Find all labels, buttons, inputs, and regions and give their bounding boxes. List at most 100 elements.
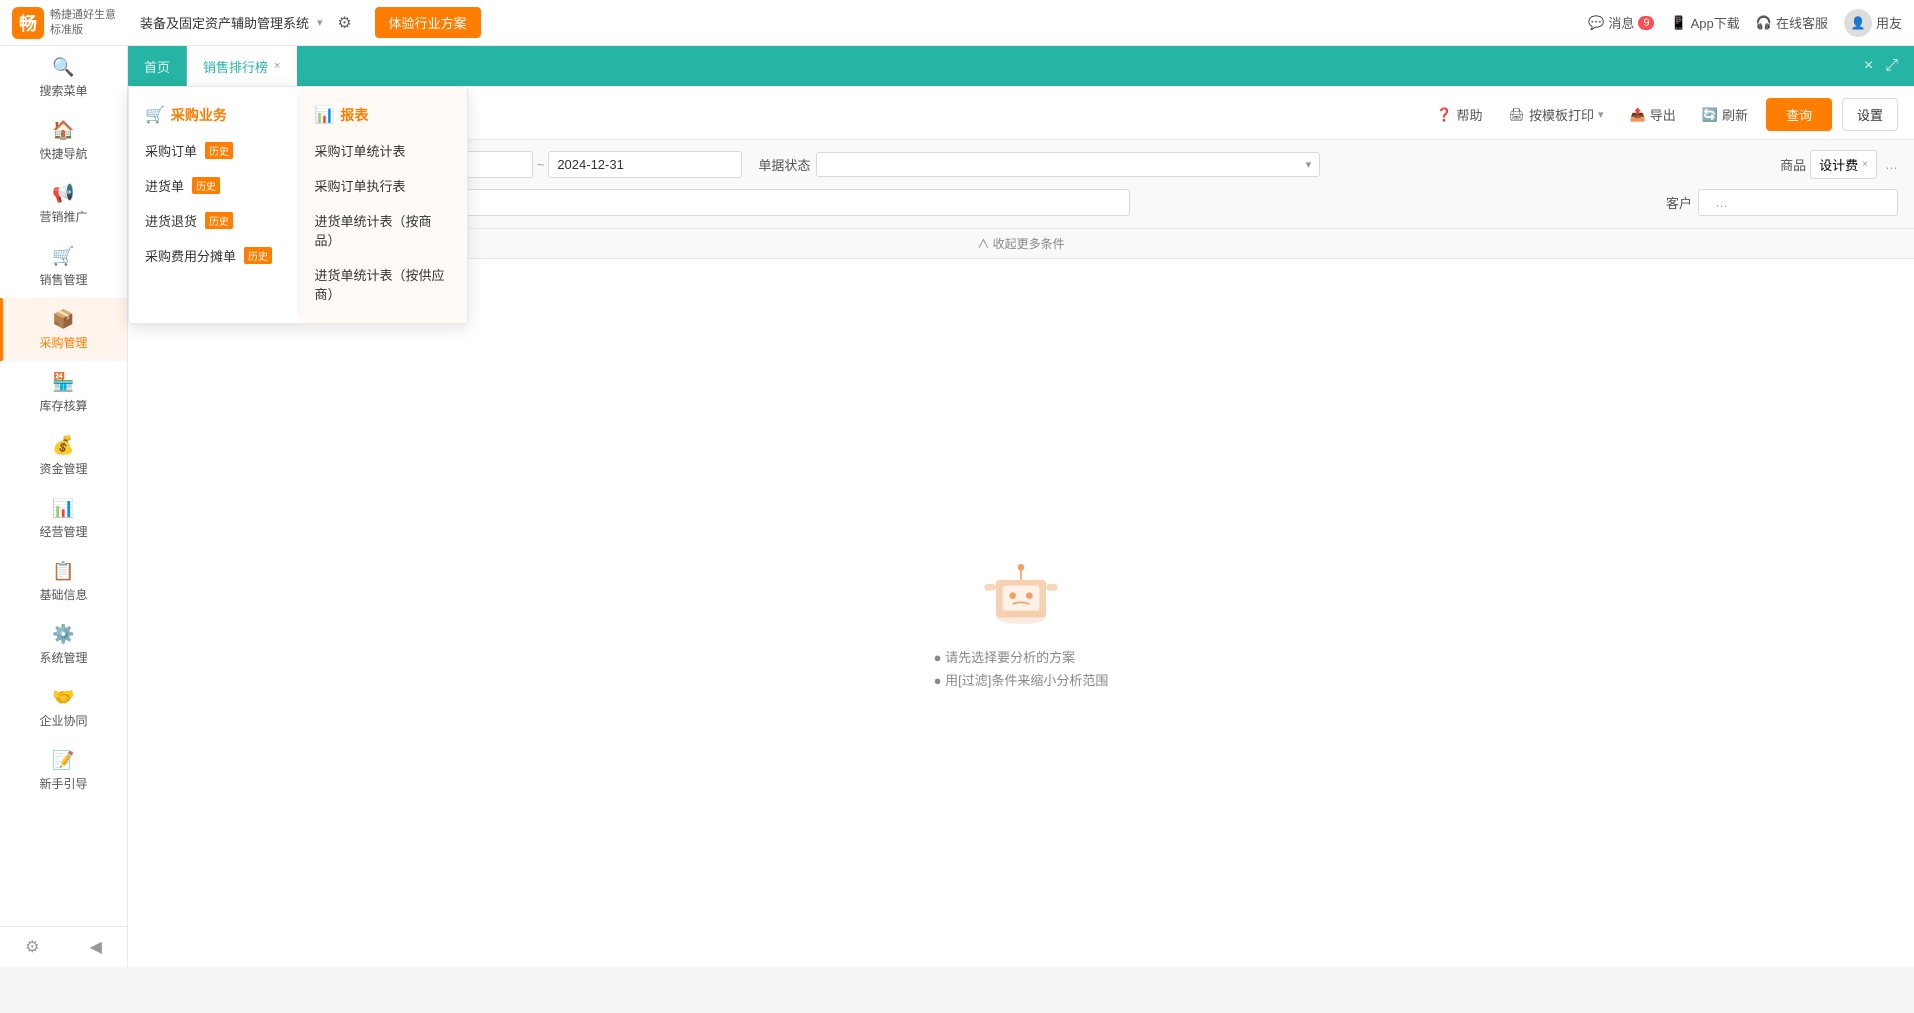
basic-info-icon: 📋 — [53, 560, 75, 582]
message-icon: 💬 — [1588, 15, 1604, 31]
empty-state: ● 请先选择要分析的方案 ● 用[过滤]条件来缩小分析范围 — [128, 259, 1914, 967]
headset-icon: 🎧 — [1756, 15, 1772, 31]
online-service-btn[interactable]: 🎧 在线客服 — [1756, 13, 1828, 32]
industry-btn[interactable]: 体验行业方案 — [375, 7, 481, 38]
marketing-icon: 📢 — [53, 182, 75, 204]
window-close-icon[interactable]: × — [1860, 53, 1877, 79]
dropdown-item-purchase-order-exec[interactable]: 采购订单执行表 — [299, 168, 468, 203]
hist-badge-1: 历史 — [205, 142, 233, 159]
dropdown-purchase-header: 🛒 采购业务 — [129, 99, 298, 133]
system-icon: ⚙️ — [53, 623, 75, 645]
goods-tag-close[interactable]: × — [1862, 159, 1868, 170]
refresh-btn[interactable]: 🔄 刷新 — [1694, 101, 1756, 128]
goods-more-icon[interactable]: … — [1885, 157, 1898, 172]
help-icon: ❓ — [1436, 107, 1452, 123]
sidebar-item-inventory[interactable]: 🏪 库存核算 — [0, 361, 127, 424]
sidebar-item-system[interactable]: ⚙️ 系统管理 — [0, 613, 127, 676]
operation-icon: 📊 — [53, 497, 75, 519]
sidebar: 🔍 搜索菜单 🏠 快捷导航 📢 营销推广 🛒 销售管理 📦 采购管理 🏪 库存核… — [0, 46, 128, 967]
filter-customer: 客户 … — [1146, 189, 1898, 216]
purchase-col-icon: 🛒 — [145, 105, 165, 125]
query-btn[interactable]: 查询 — [1766, 98, 1832, 131]
sidebar-item-quick-nav[interactable]: 🏠 快捷导航 — [0, 109, 127, 172]
sidebar-item-purchase[interactable]: 📦 采购管理 — [0, 298, 127, 361]
tab-sales-rank[interactable]: 销售排行榜 × — [187, 46, 297, 86]
export-icon: 📤 — [1630, 107, 1646, 123]
dropdown-item-purchase-return[interactable]: 进货退货 历史 — [129, 203, 298, 238]
hist-badge-3: 历史 — [205, 212, 233, 229]
hist-badge-2: 历史 — [192, 177, 220, 194]
print-btn[interactable]: 🖨 按模板打印 ▾ — [1501, 101, 1612, 128]
dropdown-report-header: 📊 报表 — [299, 99, 468, 133]
dropdown-item-purchase-receive[interactable]: 进货单 历史 — [129, 168, 298, 203]
empty-illustration — [971, 534, 1071, 634]
topbar: 畅 畅捷通好生意 标准版 装备及固定资产辅助管理系统 ▾ ⚙ 体验行业方案 💬 … — [0, 0, 1914, 46]
inventory-icon: 🏪 — [53, 371, 75, 393]
window-expand-icon[interactable]: ⤢ — [1881, 53, 1902, 79]
sales-icon: 🛒 — [53, 245, 75, 267]
dropdown-item-purchase-expense[interactable]: 采购费用分摊单 历史 — [129, 238, 298, 273]
topbar-right: 💬 消息 9 📱 App下载 🎧 在线客服 👤 用友 — [1588, 9, 1902, 37]
salesperson-select[interactable]: … — [423, 189, 1130, 216]
filter-goods: 商品 设计费 × … — [1336, 150, 1898, 179]
sidebar-item-marketing[interactable]: 📢 营销推广 — [0, 172, 127, 235]
dropdown-item-receive-by-goods[interactable]: 进货单统计表（按商品） — [299, 203, 468, 257]
settings-btn[interactable]: 设置 — [1842, 98, 1898, 131]
sidebar-item-guide[interactable]: 📝 新手引导 — [0, 739, 127, 802]
gear-icon[interactable]: ⚙ — [331, 9, 359, 37]
user-btn[interactable]: 👤 用友 — [1844, 9, 1902, 37]
system-title: 装备及固定资产辅助管理系统 ▾ ⚙ 体验行业方案 — [140, 7, 1588, 38]
sidebar-item-operation[interactable]: 📊 经营管理 — [0, 487, 127, 550]
tab-close-icon[interactable]: × — [274, 60, 280, 72]
dropdown-purchase-col: 🛒 采购业务 采购订单 历史 进货单 历史 进货退货 历史 采购费用分摊单 历史 — [129, 87, 298, 323]
sidebar-item-basic-info[interactable]: 📋 基础信息 — [0, 550, 127, 613]
filter-salesperson: 业务员 … — [378, 189, 1130, 216]
collapse-icon: ∧ — [977, 237, 989, 251]
avatar: 👤 — [1844, 9, 1872, 37]
voucher-status-select[interactable]: ▾ — [816, 152, 1320, 177]
finance-icon: 💰 — [53, 434, 75, 456]
goods-tag[interactable]: 设计费 × — [1810, 150, 1877, 179]
sidebar-settings-icon[interactable]: ⚙ — [25, 937, 39, 957]
empty-tips: ● 请先选择要分析的方案 ● 用[过滤]条件来缩小分析范围 — [934, 646, 1109, 693]
refresh-icon: 🔄 — [1702, 107, 1718, 123]
help-btn[interactable]: ❓ 帮助 — [1428, 101, 1490, 128]
date-end-input[interactable] — [548, 151, 742, 178]
customer-select[interactable]: … — [1698, 189, 1898, 216]
sidebar-item-search[interactable]: 🔍 搜索菜单 — [0, 46, 127, 109]
message-badge: 9 — [1638, 16, 1654, 30]
dropdown-item-purchase-order-stat[interactable]: 采购订单统计表 — [299, 133, 468, 168]
filter-voucher-status: 单据状态 ▾ — [758, 152, 1320, 177]
app-download-btn[interactable]: 📱 App下载 — [1670, 13, 1739, 32]
title-chevron-icon[interactable]: ▾ — [317, 16, 323, 29]
enterprise-icon: 🤝 — [53, 686, 75, 708]
hist-badge-4: 历史 — [244, 247, 272, 264]
sidebar-item-finance[interactable]: 💰 资金管理 — [0, 424, 127, 487]
purchase-dropdown-menu: 🛒 采购业务 采购订单 历史 进货单 历史 进货退货 历史 采购费用分摊单 历史 — [128, 86, 468, 324]
customer-dots[interactable]: … — [1715, 195, 1728, 210]
report-col-icon: 📊 — [315, 105, 335, 125]
phone-icon: 📱 — [1670, 15, 1686, 31]
sidebar-bottom: ⚙ ◀ — [0, 926, 127, 967]
logo-area: 畅 畅捷通好生意 标准版 — [12, 7, 132, 39]
purchase-icon: 📦 — [53, 308, 75, 330]
export-btn[interactable]: 📤 导出 — [1622, 101, 1684, 128]
home-icon: 🏠 — [53, 119, 75, 141]
logo-icon: 畅 — [12, 7, 44, 39]
voucher-chevron-icon: ▾ — [1306, 158, 1312, 171]
logo-text: 畅捷通好生意 标准版 — [50, 8, 116, 37]
tab-actions: × ⤢ — [1848, 53, 1914, 79]
sidebar-item-enterprise[interactable]: 🤝 企业协同 — [0, 676, 127, 739]
print-icon: 🖨 — [1509, 107, 1526, 123]
sidebar-collapse-icon[interactable]: ◀ — [90, 937, 102, 957]
toolbar-actions: ❓ 帮助 🖨 按模板打印 ▾ 📤 导出 🔄 刷新 查询 设置 — [1428, 98, 1898, 131]
sidebar-item-sales[interactable]: 🛒 销售管理 — [0, 235, 127, 298]
guide-icon: 📝 — [53, 749, 75, 771]
search-icon: 🔍 — [53, 56, 75, 78]
print-chevron-icon[interactable]: ▾ — [1598, 108, 1604, 121]
message-btn[interactable]: 💬 消息 9 — [1588, 13, 1654, 32]
tab-home[interactable]: 首页 — [128, 46, 187, 86]
dropdown-item-receive-by-supplier[interactable]: 进货单统计表（按供应商） — [299, 257, 468, 311]
dropdown-report-col: 📊 报表 采购订单统计表 采购订单执行表 进货单统计表（按商品） 进货单统计表（… — [299, 87, 468, 323]
dropdown-item-purchase-order[interactable]: 采购订单 历史 — [129, 133, 298, 168]
